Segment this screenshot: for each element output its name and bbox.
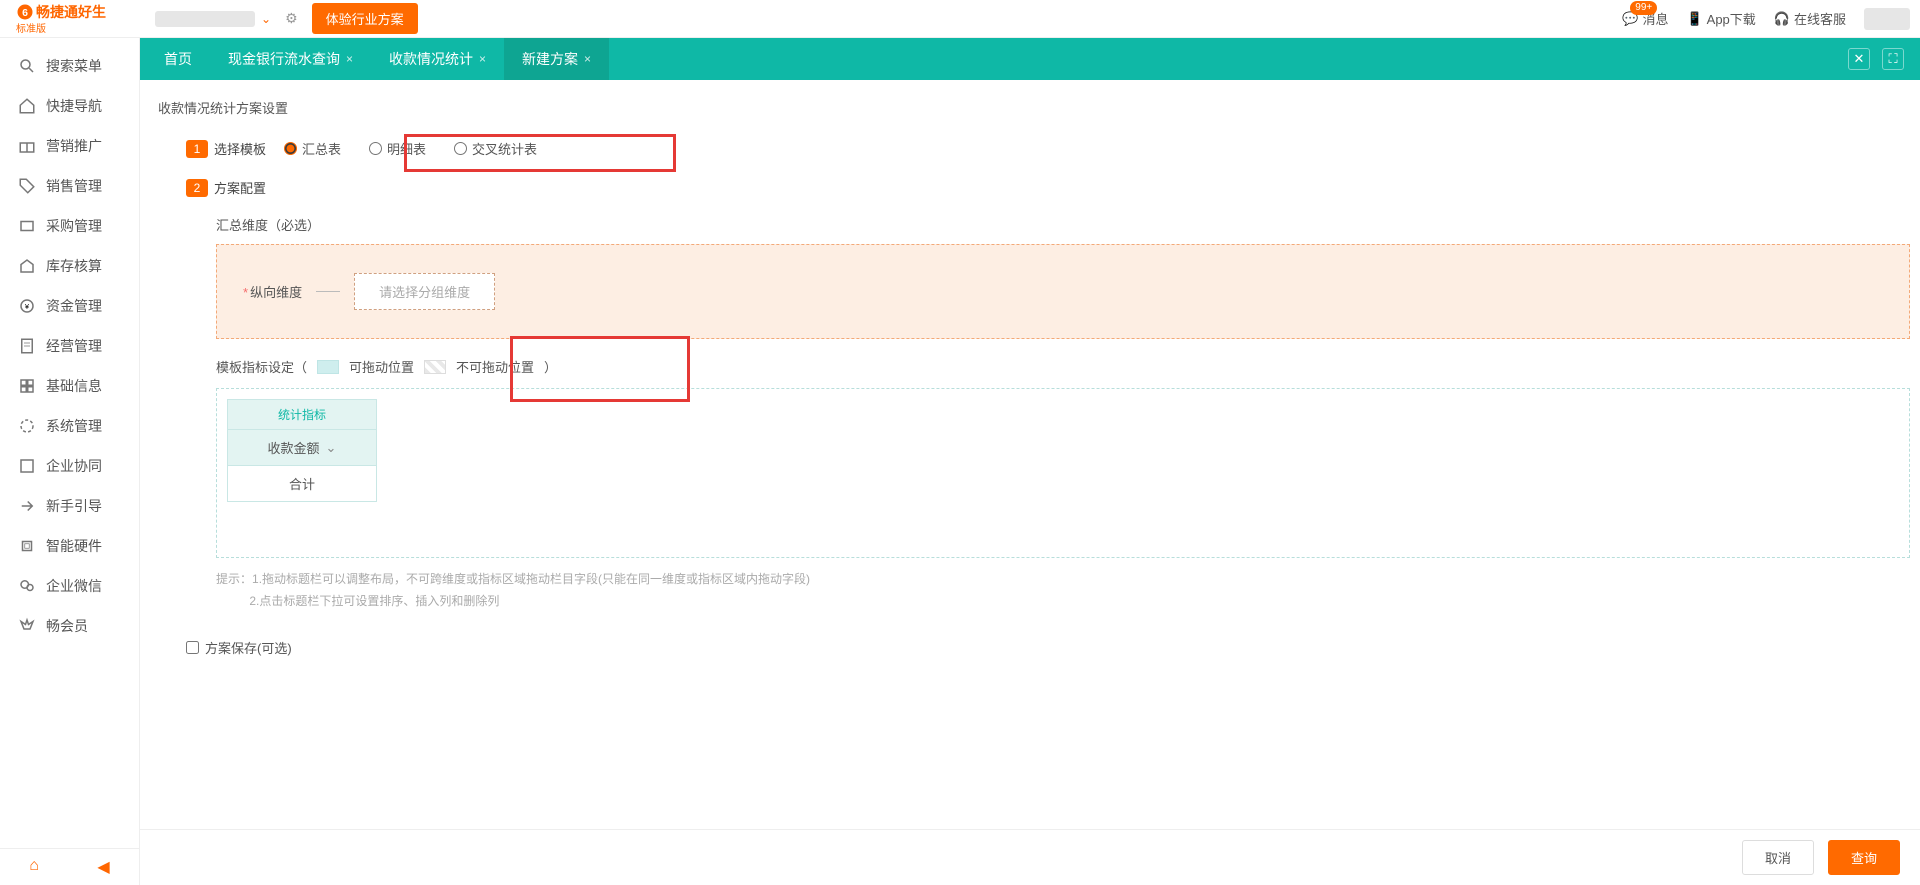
settings-icon[interactable]: ⚙ (285, 10, 298, 27)
draggable-swatch-icon (317, 360, 339, 374)
online-service-link[interactable]: 🎧在线客服 (1774, 9, 1846, 28)
sidebar: 搜索菜单快捷导航营销推广销售管理采购管理库存核算¥资金管理经营管理基础信息系统管… (0, 38, 140, 885)
tab-close-icon[interactable]: × (479, 52, 486, 66)
chevron-down-icon: ⌄ (326, 440, 337, 456)
save-plan-checkbox[interactable] (186, 641, 199, 654)
cancel-button[interactable]: 取消 (1742, 840, 1814, 875)
step-1-header: 1 选择模板 汇总表明细表交叉统计表 (186, 139, 1910, 158)
tab-0[interactable]: 首页 (146, 38, 210, 80)
board-icon (18, 457, 36, 475)
save-plan-label: 方案保存(可选) (205, 638, 292, 657)
sidebar-item-10[interactable]: 企业协同 (0, 446, 139, 486)
try-industry-button[interactable]: 体验行业方案 (312, 3, 418, 34)
template-radio-0[interactable]: 汇总表 (284, 139, 341, 158)
vertical-dim-label: *纵向维度 (243, 282, 302, 301)
message-badge: 99+ (1630, 1, 1657, 15)
vip-icon (18, 617, 36, 635)
dimension-title: 汇总维度（必选） (216, 215, 1910, 234)
indicator-card[interactable]: 统计指标 收款金额 ⌄ 合计 (227, 399, 377, 502)
logo-icon: 6 畅捷通好生 (16, 2, 106, 22)
locked-swatch-icon (424, 360, 446, 374)
footer-actions: 取消 查询 (140, 829, 1920, 885)
tag-icon (18, 177, 36, 195)
tab-1[interactable]: 现金银行流水查询× (210, 38, 371, 80)
sidebar-item-3[interactable]: 销售管理 (0, 166, 139, 206)
user-avatar[interactable] (1864, 8, 1910, 30)
tab-2[interactable]: 收款情况统计× (371, 38, 504, 80)
sidebar-item-2[interactable]: 营销推广 (0, 126, 139, 166)
app-logo: 6 畅捷通好生 标准版 (10, 2, 125, 35)
search-icon (18, 57, 36, 75)
sidebar-item-5[interactable]: 库存核算 (0, 246, 139, 286)
tab-close-icon[interactable]: × (346, 52, 353, 66)
sidebar-footer-home-icon[interactable]: ⌂ (29, 857, 39, 877)
cpu-icon (18, 537, 36, 555)
sidebar-item-6[interactable]: ¥资金管理 (0, 286, 139, 326)
ring-icon (18, 417, 36, 435)
sidebar-item-13[interactable]: 企业微信 (0, 566, 139, 606)
chevron-down-icon: ⌄ (261, 12, 271, 26)
sidebar-item-1[interactable]: 快捷导航 (0, 86, 139, 126)
coin-icon: ¥ (18, 297, 36, 315)
template-radio-2[interactable]: 交叉统计表 (454, 139, 537, 158)
sidebar-item-9[interactable]: 系统管理 (0, 406, 139, 446)
arrow-icon (18, 497, 36, 515)
tabs-bar: 首页现金银行流水查询×收款情况统计×新建方案× ✕ ⛶ (140, 38, 1920, 80)
phone-icon: 📱 (1686, 11, 1702, 27)
wechat-icon (18, 577, 36, 595)
indicator-total-cell: 合计 (228, 466, 376, 501)
messages-link[interactable]: 💬 消息 99+ (1622, 9, 1668, 28)
fullscreen-icon[interactable]: ⛶ (1882, 48, 1904, 70)
sidebar-item-14[interactable]: 畅会员 (0, 606, 139, 646)
app-download-link[interactable]: 📱App下载 (1686, 9, 1755, 28)
headset-icon: 🎧 (1774, 11, 1790, 27)
sidebar-item-11[interactable]: 新手引导 (0, 486, 139, 526)
step-1-number: 1 (186, 140, 208, 158)
indicator-title: 模板指标设定（ 可拖动位置 不可拖动位置 ） (216, 357, 1910, 376)
step-2-number: 2 (186, 179, 208, 197)
svg-text:6: 6 (22, 7, 28, 19)
grid-icon (18, 377, 36, 395)
cart-icon (18, 217, 36, 235)
hints-text: 提示：1.拖动标题栏可以调整布局，不可跨维度或指标区域拖动栏目字段(只能在同一维… (216, 558, 1910, 612)
step-2-header: 2 方案配置 (186, 178, 1910, 197)
close-tab-icon[interactable]: ✕ (1848, 48, 1870, 70)
tab-3[interactable]: 新建方案× (504, 38, 609, 80)
submit-button[interactable]: 查询 (1828, 840, 1900, 875)
gift-icon (18, 137, 36, 155)
dimension-box: *纵向维度 请选择分组维度 (216, 244, 1910, 339)
sidebar-item-4[interactable]: 采购管理 (0, 206, 139, 246)
doc-icon (18, 337, 36, 355)
sidebar-item-8[interactable]: 基础信息 (0, 366, 139, 406)
sidebar-item-12[interactable]: 智能硬件 (0, 526, 139, 566)
svg-text:¥: ¥ (25, 302, 30, 311)
template-radio-1[interactable]: 明细表 (369, 139, 426, 158)
indicator-amount-cell[interactable]: 收款金额 ⌄ (228, 430, 376, 466)
company-selector[interactable]: ⌄ (155, 11, 271, 27)
dimension-select[interactable]: 请选择分组维度 (354, 273, 495, 310)
sidebar-footer-collapse-icon[interactable]: ◀ (97, 857, 109, 877)
home-icon (18, 97, 36, 115)
sidebar-item-7[interactable]: 经营管理 (0, 326, 139, 366)
indicator-card-header: 统计指标 (228, 400, 376, 430)
sidebar-item-0[interactable]: 搜索菜单 (0, 46, 139, 86)
house-icon (18, 257, 36, 275)
indicator-grid[interactable]: 统计指标 收款金额 ⌄ 合计 (216, 388, 1910, 558)
page-title: 收款情况统计方案设置 (156, 98, 1910, 117)
edition-label: 标准版 (16, 20, 46, 35)
tab-close-icon[interactable]: × (584, 52, 591, 66)
